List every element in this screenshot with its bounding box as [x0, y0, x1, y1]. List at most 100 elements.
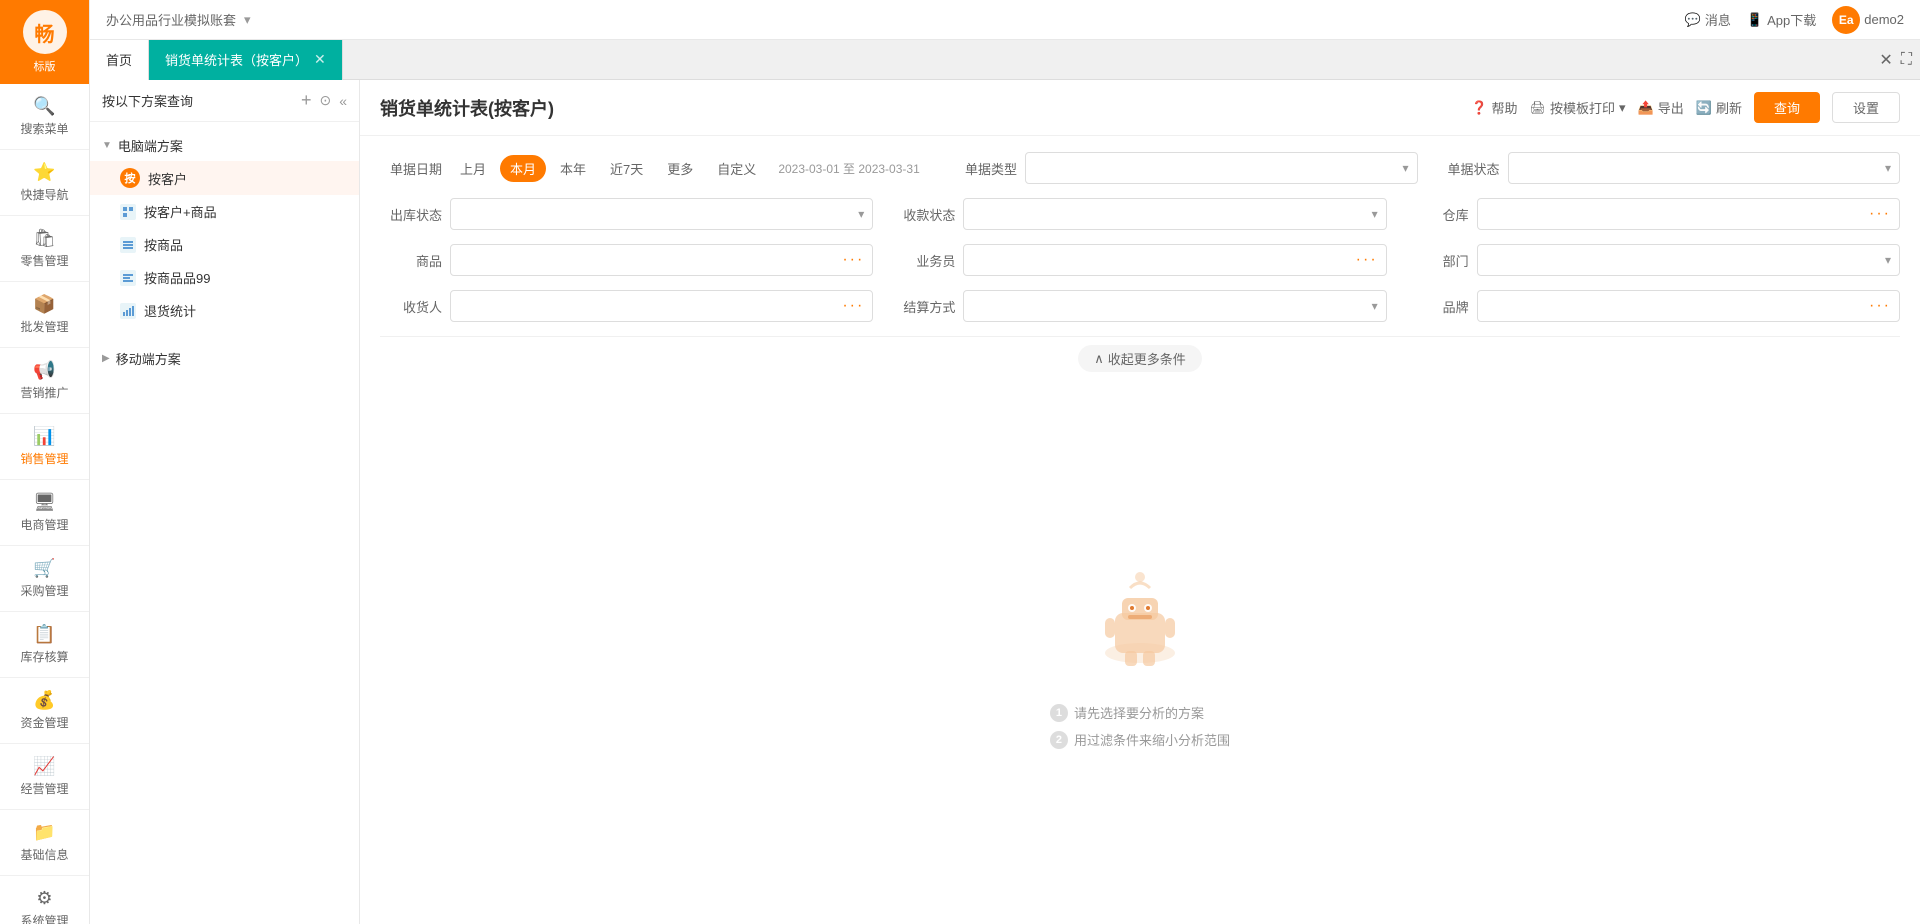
- tab-close-icon[interactable]: ✕: [314, 51, 326, 68]
- sidebar-item-quick-nav[interactable]: ⭐ 快捷导航: [0, 150, 89, 216]
- payment-method-input[interactable]: ▾: [963, 290, 1386, 322]
- sidebar-item-marketing[interactable]: 📢 营销推广: [0, 348, 89, 414]
- sidebar-item-search[interactable]: 🔍 搜索菜单: [0, 84, 89, 150]
- avatar: Ea: [1832, 6, 1860, 34]
- sidebar-item-label: 库存核算: [20, 648, 68, 665]
- doc-status-input[interactable]: ▾: [1508, 152, 1901, 184]
- sidebar-item-wholesale[interactable]: 📦 批发管理: [0, 282, 89, 348]
- date-tab-custom[interactable]: 自定义: [707, 155, 766, 182]
- salesperson-input[interactable]: ···: [963, 244, 1386, 276]
- tree-parent-mobile[interactable]: ▶ 移动端方案: [90, 343, 359, 374]
- tree-parent-desktop[interactable]: ▼ 电脑端方案: [90, 130, 359, 161]
- date-label: 单据日期: [380, 159, 450, 178]
- doc-status-dropdown-icon: ▾: [1885, 161, 1891, 175]
- tab-restore-button[interactable]: ⛶: [1901, 51, 1912, 69]
- export-button[interactable]: 📤 导出: [1638, 98, 1684, 117]
- app-download-icon: 📱: [1747, 12, 1763, 28]
- edit-scheme-button[interactable]: ⊙: [319, 92, 331, 109]
- tree-parent-label: 移动端方案: [116, 349, 181, 368]
- tree-item-by-goods[interactable]: 按商品: [90, 228, 359, 261]
- refresh-icon: 🔄: [1696, 100, 1712, 116]
- out-status-filter-col: 出库状态 ▾: [380, 198, 873, 230]
- sidebar-item-label: 电商管理: [20, 516, 68, 533]
- page-header: 销货单统计表(按客户) ❓ 帮助 🖨 按模板打印 ▾ 📤 导出: [360, 80, 1920, 136]
- page-actions: ❓ 帮助 🖨 按模板打印 ▾ 📤 导出 🔄 刷新: [1471, 92, 1900, 135]
- sidebar-item-finance[interactable]: 💰 资金管理: [0, 678, 89, 744]
- goods-more-icon: ···: [842, 251, 864, 269]
- tree-item-customer-goods[interactable]: 按客户+商品: [90, 195, 359, 228]
- tab-minimize-button[interactable]: ✕: [1879, 50, 1892, 70]
- retail-icon: 🛍: [33, 228, 56, 249]
- receiver-input[interactable]: ···: [450, 290, 873, 322]
- goods-input[interactable]: ···: [450, 244, 873, 276]
- tree-section-desktop: ▼ 电脑端方案 按 按客户 按客户+商品 按商品: [90, 122, 359, 335]
- sidebar-item-basic-info[interactable]: 📁 基础信息: [0, 810, 89, 876]
- add-scheme-button[interactable]: +: [301, 90, 312, 111]
- receiver-more-icon: ···: [842, 297, 864, 315]
- sidebar-item-label: 搜索菜单: [20, 120, 68, 137]
- brand-input[interactable]: ···: [1477, 290, 1900, 322]
- by-customer-icon: 按: [120, 168, 140, 188]
- inventory-icon: 📋: [33, 624, 55, 645]
- left-panel-actions: + ⊙ «: [301, 90, 347, 111]
- sidebar-item-ecommerce[interactable]: 🖥 电商管理: [0, 480, 89, 546]
- doc-status-label: 单据状态: [1438, 159, 1508, 178]
- print-dropdown-icon[interactable]: ▾: [1619, 100, 1626, 116]
- basic-info-icon: 📁: [33, 822, 55, 843]
- payment-status-input[interactable]: ▾: [963, 198, 1386, 230]
- collapse-label: 收起更多条件: [1108, 349, 1186, 368]
- sidebar-item-system[interactable]: ⚙ 系统管理: [0, 876, 89, 924]
- app-download-button[interactable]: 📱 App下载: [1747, 10, 1816, 29]
- payment-method-filter-col: 结算方式 ▾: [893, 290, 1386, 322]
- sidebar-item-label: 营销推广: [20, 384, 68, 401]
- settings-button[interactable]: 设置: [1832, 92, 1900, 123]
- tab-home[interactable]: 首页: [90, 40, 149, 80]
- print-button[interactable]: 🖨 按模板打印 ▾: [1530, 98, 1626, 117]
- tree-item-return-stat[interactable]: 退货统计: [90, 294, 359, 327]
- date-tab-more[interactable]: 更多: [657, 155, 703, 182]
- doc-type-input[interactable]: ▾: [1025, 152, 1418, 184]
- empty-state: 1 请先选择要分析的方案 2 用过滤条件来缩小分析范围: [360, 396, 1920, 924]
- sidebar-item-inventory[interactable]: 📋 库存核算: [0, 612, 89, 678]
- date-tab-last-month[interactable]: 上月: [450, 155, 496, 182]
- tree-parent-label: 电脑端方案: [118, 136, 183, 155]
- salesperson-more-icon: ···: [1356, 251, 1378, 269]
- sidebar-item-retail[interactable]: 🛍 零售管理: [0, 216, 89, 282]
- sidebar-item-label: 批发管理: [20, 318, 68, 335]
- refresh-button[interactable]: 🔄 刷新: [1696, 98, 1742, 117]
- warehouse-input[interactable]: ···: [1477, 198, 1900, 230]
- date-tab-7days[interactable]: 近7天: [600, 155, 653, 182]
- help-button[interactable]: ❓ 帮助: [1471, 98, 1517, 117]
- collapse-panel-button[interactable]: «: [339, 93, 347, 109]
- user-profile[interactable]: Ea demo2: [1832, 6, 1904, 34]
- main-area: 办公用品行业模拟账套 ▾ 💬 消息 📱 App下载 Ea demo2 首页 销货…: [90, 0, 1920, 924]
- message-button[interactable]: 💬 消息: [1685, 10, 1731, 29]
- sidebar-item-operations[interactable]: 📈 经营管理: [0, 744, 89, 810]
- receiver-filter-col: 收货人 ···: [380, 290, 873, 322]
- collapse-button[interactable]: ∧ 收起更多条件: [1078, 345, 1202, 372]
- sales-stat-tab-label: 销货单统计表（按客户）: [165, 50, 308, 69]
- sidebar-item-sales[interactable]: 📊 销售管理: [0, 414, 89, 480]
- goods-filter-col: 商品 ···: [380, 244, 873, 276]
- department-label: 部门: [1407, 251, 1477, 270]
- tree-item-label: 按客户+商品: [144, 202, 217, 221]
- tree-item-by-customer[interactable]: 按 按客户: [90, 161, 359, 195]
- system-icon: ⚙: [36, 888, 52, 909]
- warehouse-filter-col: 仓库 ···: [1407, 198, 1900, 230]
- logo-area[interactable]: 畅 标版: [0, 0, 89, 84]
- sidebar-item-label: 零售管理: [20, 252, 68, 269]
- tree-item-label: 按客户: [148, 169, 187, 188]
- tab-sales-stat[interactable]: 销货单统计表（按客户） ✕: [149, 40, 343, 80]
- brand-filter-col: 品牌 ···: [1407, 290, 1900, 322]
- query-button[interactable]: 查询: [1754, 92, 1820, 123]
- tree-item-goods-99[interactable]: 按商品品99: [90, 261, 359, 294]
- by-goods-icon: [120, 237, 136, 253]
- sidebar-item-purchase[interactable]: 🛒 采购管理: [0, 546, 89, 612]
- date-tab-this-year[interactable]: 本年: [550, 155, 596, 182]
- collapse-bar: ∧ 收起更多条件: [380, 336, 1900, 380]
- left-panel: 按以下方案查询 + ⊙ « ▼ 电脑端方案 按 按客户: [90, 80, 360, 924]
- out-status-input[interactable]: ▾: [450, 198, 873, 230]
- department-input[interactable]: ▾: [1477, 244, 1900, 276]
- date-tab-this-month[interactable]: 本月: [500, 155, 546, 182]
- industry-dropdown-icon[interactable]: ▾: [244, 12, 251, 28]
